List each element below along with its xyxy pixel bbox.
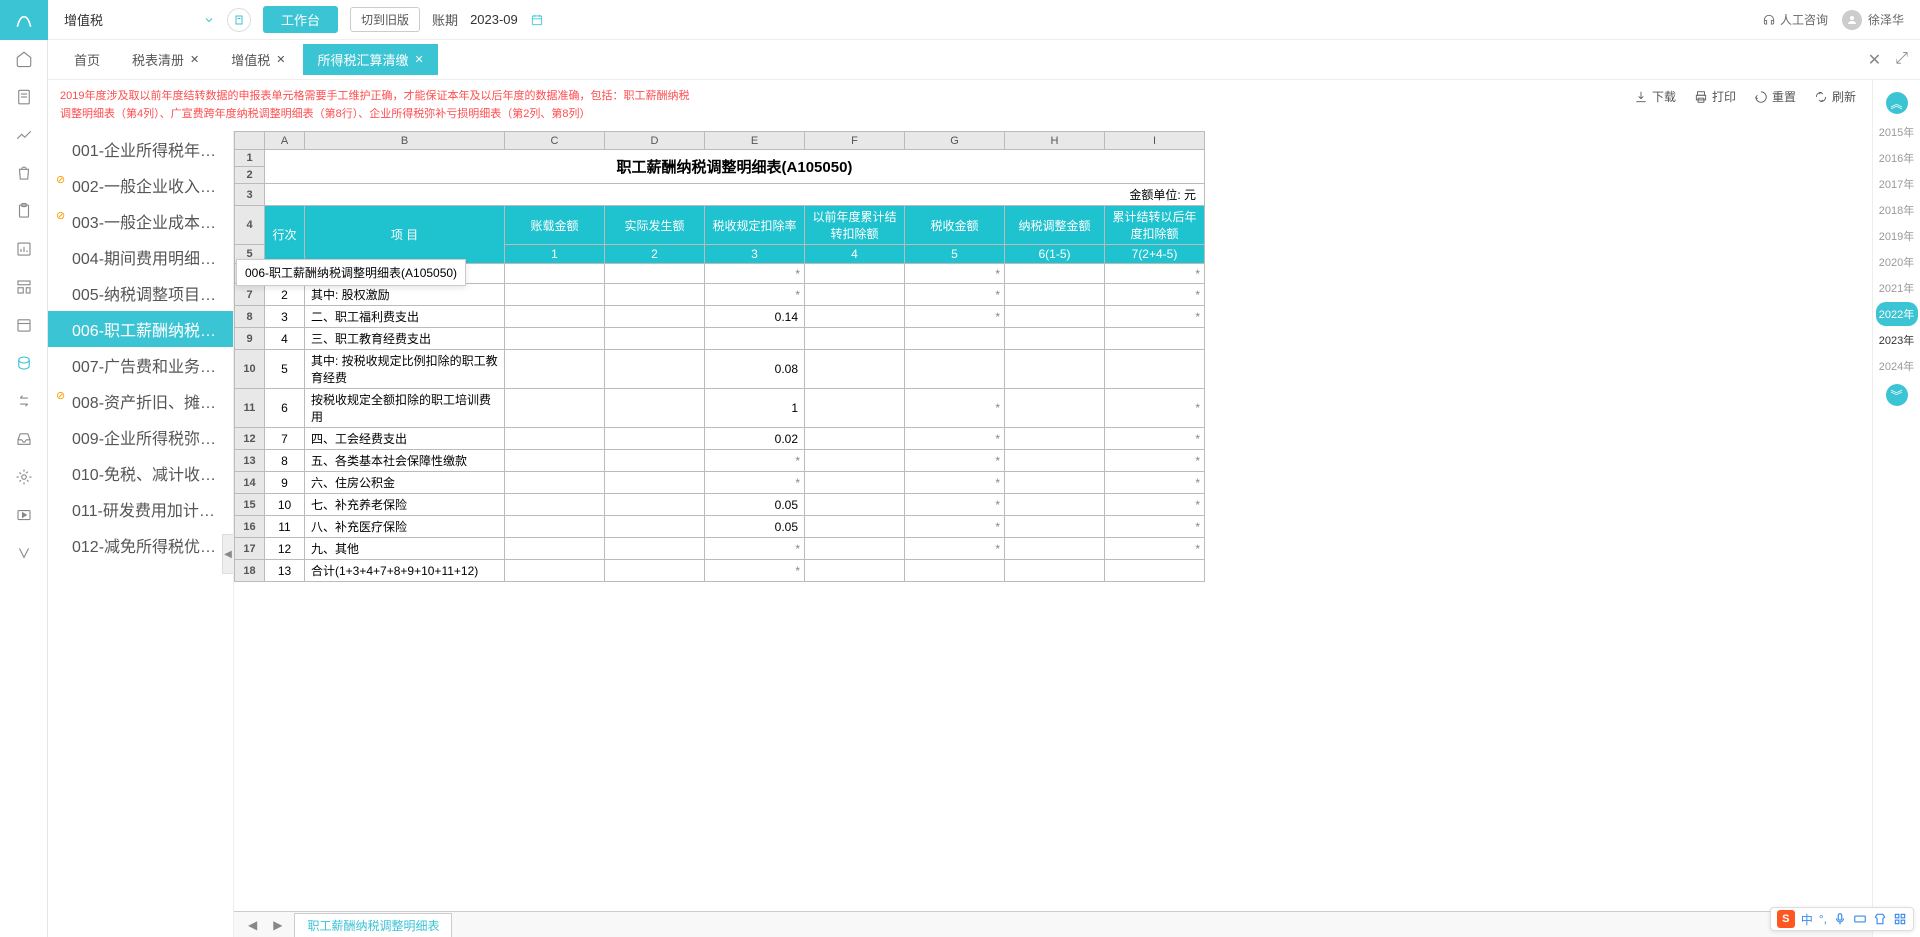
- close-all-tabs-icon[interactable]: ✕: [1868, 50, 1881, 70]
- calendar-picker-icon[interactable]: [530, 13, 544, 27]
- print-button[interactable]: 打印: [1694, 88, 1736, 105]
- ime-tools-icon[interactable]: [1893, 912, 1907, 926]
- download-button[interactable]: 下载: [1634, 88, 1676, 105]
- avatar-icon: [1842, 10, 1862, 30]
- chevron-down-icon: [203, 14, 215, 26]
- user-menu[interactable]: 徐泽华: [1842, 10, 1904, 30]
- ime-logo-icon[interactable]: S: [1777, 910, 1795, 928]
- warn-icon: ⊘: [56, 209, 65, 222]
- report-icon[interactable]: [0, 230, 48, 268]
- sheet-tabs: ◀ ▶ 职工薪酬纳税调整明细表 ⋮ ◀: [234, 911, 1872, 937]
- action-bar: 下载 打印 重置 刷新: [1618, 80, 1872, 131]
- form-list: 001-企业所得税年度纳税申...⊘002-一般企业收入明细表(A...⊘003…: [48, 131, 234, 937]
- tab-1[interactable]: 税表清册✕: [118, 44, 213, 75]
- doc-shortcut-icon[interactable]: [227, 8, 251, 32]
- year-2016年[interactable]: 2016年: [1876, 146, 1918, 170]
- reset-button[interactable]: 重置: [1754, 88, 1796, 105]
- calendar-icon[interactable]: [0, 306, 48, 344]
- clipboard-icon[interactable]: [0, 192, 48, 230]
- form-item-5[interactable]: 006-职工薪酬纳税调整明细...: [48, 311, 233, 347]
- tab-close-icon[interactable]: ✕: [276, 53, 285, 66]
- sheet-tab-next-icon[interactable]: ▶: [269, 918, 286, 932]
- year-2021年[interactable]: 2021年: [1876, 276, 1918, 300]
- home-icon[interactable]: [0, 40, 48, 78]
- period-value: 2023-09: [470, 12, 518, 27]
- year-2018年[interactable]: 2018年: [1876, 198, 1918, 222]
- sheet-tab-prev-icon[interactable]: ◀: [244, 918, 261, 932]
- year-2019年[interactable]: 2019年: [1876, 224, 1918, 248]
- tax-icon[interactable]: [0, 344, 48, 382]
- form-item-9[interactable]: 010-免税、减计收入及加计...: [48, 455, 233, 491]
- video-icon[interactable]: [0, 496, 48, 534]
- workspace-button[interactable]: 工作台: [263, 6, 338, 33]
- doc-icon[interactable]: [0, 78, 48, 116]
- form-item-3[interactable]: 004-期间费用明细表(A1040...: [48, 239, 233, 275]
- app-logo: [0, 0, 48, 40]
- inbox-icon[interactable]: [0, 420, 48, 458]
- spreadsheet-area[interactable]: ABCDEFGHI1职工薪酬纳税调整明细表(A105050)23金额单位: 元4…: [234, 131, 1872, 911]
- year-2017年[interactable]: 2017年: [1876, 172, 1918, 196]
- v-icon[interactable]: [0, 534, 48, 572]
- bag-icon[interactable]: [0, 154, 48, 192]
- ime-keyboard-icon[interactable]: [1853, 912, 1867, 926]
- form-tooltip: 006-职工薪酬纳税调整明细表(A105050): [236, 259, 466, 286]
- tab-0[interactable]: 首页: [60, 44, 114, 75]
- form-item-6[interactable]: 007-广告费和业务宣传费跨...: [48, 347, 233, 383]
- sheet-tab[interactable]: 职工薪酬纳税调整明细表: [294, 913, 452, 937]
- template-icon[interactable]: [0, 268, 48, 306]
- form-item-2[interactable]: ⊘003-一般企业成本支出明细...: [48, 203, 233, 239]
- support-link[interactable]: 人工咨询: [1762, 11, 1828, 28]
- settings-icon[interactable]: [0, 458, 48, 496]
- year-2024年[interactable]: 2024年: [1876, 354, 1918, 378]
- topbar: 增值税 工作台 切到旧版 账期 2023-09 人工咨询 徐: [48, 0, 1920, 40]
- year-2020年[interactable]: 2020年: [1876, 250, 1918, 274]
- tax-type-dropdown[interactable]: 增值税: [64, 10, 215, 29]
- chart-icon[interactable]: [0, 116, 48, 154]
- period-label: 账期: [432, 10, 458, 29]
- notice-text: 2019年度涉及取以前年度结转数据的申报表单元格需要手工维护正确，才能保证本年及…: [60, 88, 700, 123]
- warn-icon: ⊘: [56, 173, 65, 186]
- ime-skin-icon[interactable]: [1873, 912, 1887, 926]
- ime-lang[interactable]: 中: [1801, 911, 1813, 928]
- collapse-handle-icon[interactable]: ◀: [222, 534, 234, 574]
- year-down-icon[interactable]: ︾: [1886, 384, 1908, 406]
- tab-2[interactable]: 增值税✕: [217, 44, 299, 75]
- warn-icon: ⊘: [56, 389, 65, 402]
- headset-icon: [1762, 13, 1776, 27]
- form-item-0[interactable]: 001-企业所得税年度纳税申...: [48, 131, 233, 167]
- year-rail: ︽ 2015年2016年2017年2018年2019年2020年2021年202…: [1872, 80, 1920, 937]
- transfer-icon[interactable]: [0, 382, 48, 420]
- ime-mic-icon[interactable]: [1833, 912, 1847, 926]
- form-item-8[interactable]: 009-企业所得税弥补亏损明...: [48, 419, 233, 455]
- expand-tabs-icon[interactable]: ⤢: [1895, 50, 1908, 70]
- year-2023年[interactable]: 2023年: [1876, 328, 1918, 352]
- form-item-4[interactable]: 005-纳税调整项目明细表(A1...: [48, 275, 233, 311]
- year-2022年[interactable]: 2022年: [1876, 302, 1918, 326]
- username-label: 徐泽华: [1868, 11, 1904, 28]
- year-2015年[interactable]: 2015年: [1876, 120, 1918, 144]
- form-item-7[interactable]: ⊘008-资产折旧、摊销及纳税...: [48, 383, 233, 419]
- tabbar: 首页税表清册✕增值税✕所得税汇算清缴✕ ✕ ⤢: [48, 40, 1920, 80]
- switch-old-button[interactable]: 切到旧版: [350, 7, 420, 32]
- form-item-11[interactable]: 012-减免所得税优惠明细表(...: [48, 527, 233, 563]
- form-item-1[interactable]: ⊘002-一般企业收入明细表(A...: [48, 167, 233, 203]
- ime-bar: S 中 °,: [1770, 907, 1914, 931]
- year-up-icon[interactable]: ︽: [1886, 92, 1908, 114]
- left-nav-rail: [0, 0, 48, 937]
- refresh-button[interactable]: 刷新: [1814, 88, 1856, 105]
- tab-3[interactable]: 所得税汇算清缴✕: [303, 44, 437, 75]
- tab-close-icon[interactable]: ✕: [190, 53, 199, 66]
- ime-punct-icon[interactable]: °,: [1819, 912, 1827, 926]
- form-item-10[interactable]: 011-研发费用加计扣除优惠...: [48, 491, 233, 527]
- tab-close-icon[interactable]: ✕: [415, 53, 424, 66]
- tax-type-label: 增值税: [64, 10, 103, 29]
